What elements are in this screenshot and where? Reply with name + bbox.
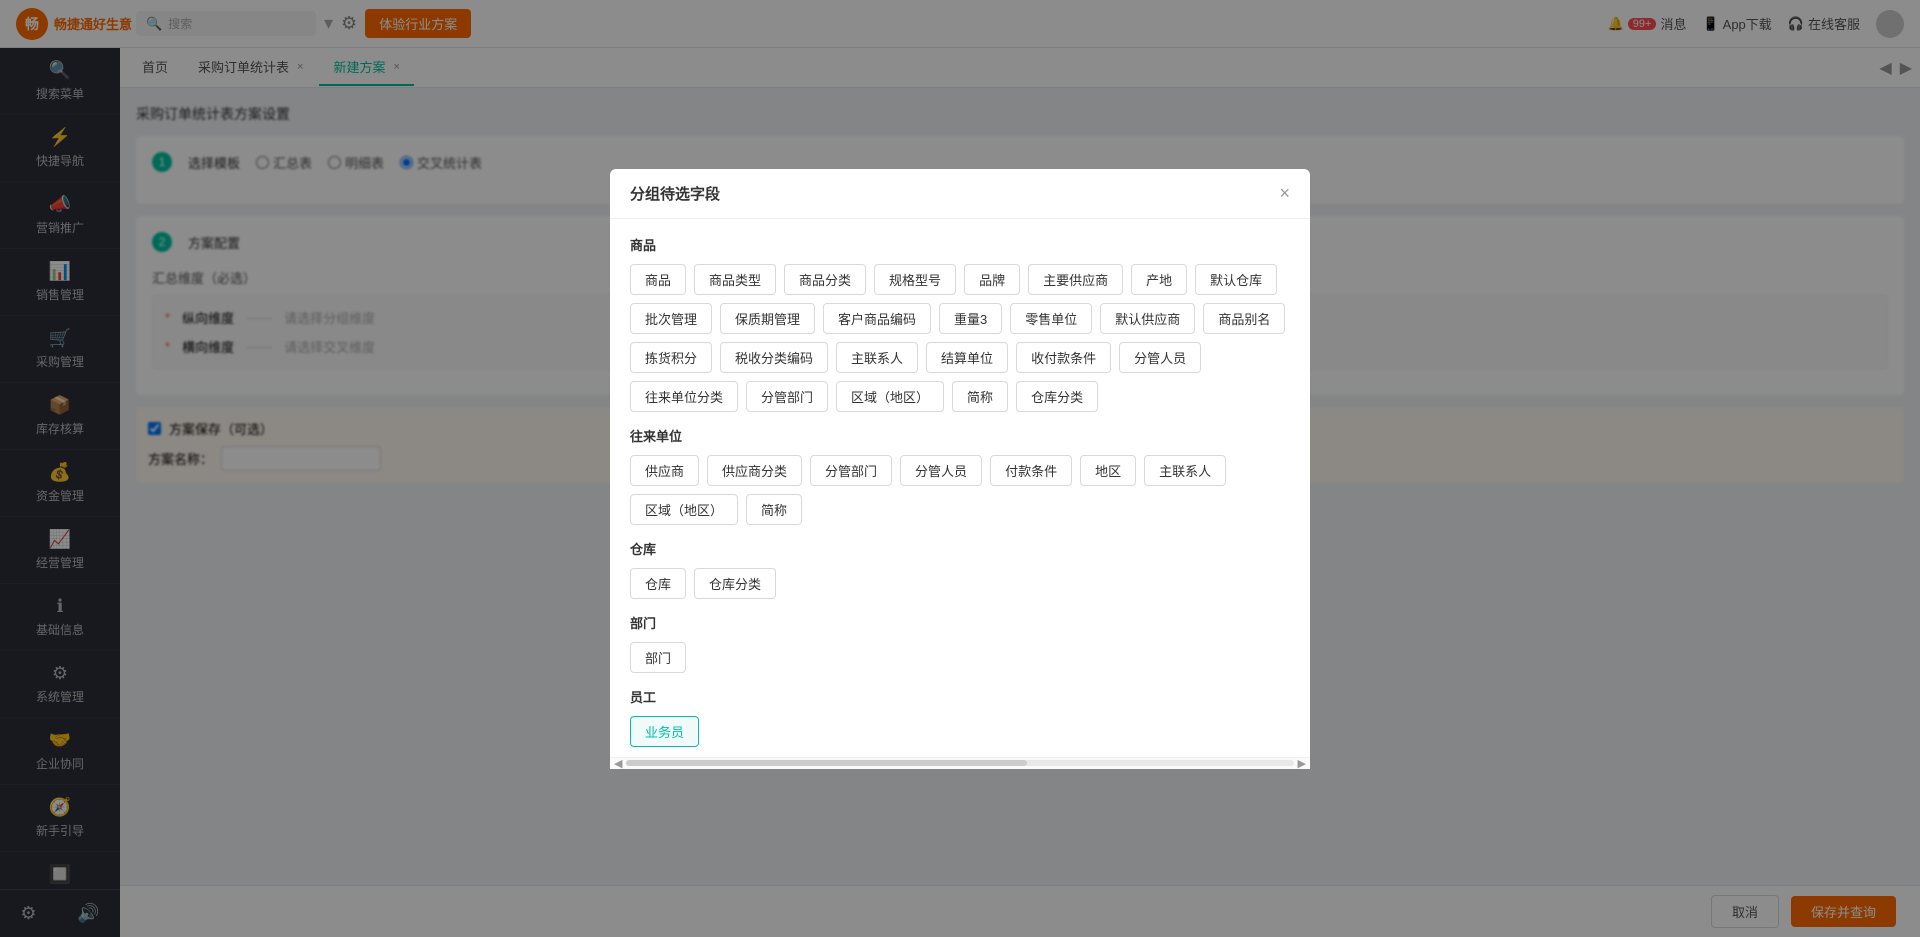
field-chip-area[interactable]: 地区 bbox=[1080, 455, 1136, 486]
section-title-warehouse: 仓库 bbox=[630, 539, 1290, 558]
field-chip-dept[interactable]: 分管部门 bbox=[746, 381, 828, 412]
field-chip-short-name[interactable]: 简称 bbox=[952, 381, 1008, 412]
field-chip-main-contact[interactable]: 主联系人 bbox=[836, 342, 918, 373]
field-chip-settlement-unit[interactable]: 结算单位 bbox=[926, 342, 1008, 373]
field-grid-warehouse: 仓库 仓库分类 bbox=[630, 568, 1290, 599]
field-chip-payment-terms[interactable]: 收付款条件 bbox=[1016, 342, 1111, 373]
field-chip-default-warehouse[interactable]: 默认仓库 bbox=[1195, 264, 1277, 295]
field-chip-partner-category[interactable]: 往来单位分类 bbox=[630, 381, 738, 412]
field-chip-goods-alias[interactable]: 商品别名 bbox=[1203, 303, 1285, 334]
field-chip-department[interactable]: 部门 bbox=[630, 642, 686, 673]
field-chip-warehouse-cat[interactable]: 仓库分类 bbox=[694, 568, 776, 599]
field-chip-main-contact-partner[interactable]: 主联系人 bbox=[1144, 455, 1226, 486]
field-chip-region-partner[interactable]: 区域（地区） bbox=[630, 494, 738, 525]
field-grid-staff: 业务员 bbox=[630, 716, 1290, 747]
field-chip-supervisor-person[interactable]: 分管人员 bbox=[900, 455, 982, 486]
modal-title: 分组待选字段 bbox=[630, 183, 720, 204]
field-chip-main-supplier[interactable]: 主要供应商 bbox=[1028, 264, 1123, 295]
modal-overlay: 分组待选字段 × 商品 商品 商品类型 商品分类 规格型号 品牌 主要供应商 产… bbox=[0, 0, 1920, 937]
field-chip-supplier[interactable]: 供应商 bbox=[630, 455, 699, 486]
field-chip-supervisor-dept[interactable]: 分管部门 bbox=[810, 455, 892, 486]
field-grid-partners: 供应商 供应商分类 分管部门 分管人员 付款条件 地区 主联系人 区域（地区） … bbox=[630, 455, 1290, 525]
modal-body: 商品 商品 商品类型 商品分类 规格型号 品牌 主要供应商 产地 默认仓库 批次… bbox=[610, 219, 1310, 757]
field-chip-spec-model[interactable]: 规格型号 bbox=[874, 264, 956, 295]
field-grid-dept: 部门 bbox=[630, 642, 1290, 673]
field-chip-goods-category[interactable]: 商品分类 bbox=[784, 264, 866, 295]
scroll-right-icon[interactable]: ▶ bbox=[1298, 757, 1306, 770]
field-grid-goods: 商品 商品类型 商品分类 规格型号 品牌 主要供应商 产地 默认仓库 批次管理 … bbox=[630, 264, 1290, 412]
field-chip-brand[interactable]: 品牌 bbox=[964, 264, 1020, 295]
field-chip-goods-type[interactable]: 商品类型 bbox=[694, 264, 776, 295]
field-chip-goods[interactable]: 商品 bbox=[630, 264, 686, 295]
field-chip-warehouse[interactable]: 仓库 bbox=[630, 568, 686, 599]
modal-horizontal-scrollbar[interactable]: ◀ ▶ bbox=[610, 757, 1310, 769]
modal-dialog: 分组待选字段 × 商品 商品 商品类型 商品分类 规格型号 品牌 主要供应商 产… bbox=[610, 169, 1310, 769]
field-chip-short-name-partner[interactable]: 简称 bbox=[746, 494, 802, 525]
field-chip-default-supplier[interactable]: 默认供应商 bbox=[1100, 303, 1195, 334]
field-chip-customer-code[interactable]: 客户商品编码 bbox=[823, 303, 931, 334]
scroll-left-icon[interactable]: ◀ bbox=[614, 757, 622, 770]
section-title-goods: 商品 bbox=[630, 235, 1290, 254]
field-chip-supervisor[interactable]: 分管人员 bbox=[1119, 342, 1201, 373]
field-chip-region[interactable]: 区域（地区） bbox=[836, 381, 944, 412]
field-chip-supplier-category[interactable]: 供应商分类 bbox=[707, 455, 802, 486]
field-chip-weight3[interactable]: 重量3 bbox=[939, 303, 1002, 334]
section-title-dept: 部门 bbox=[630, 613, 1290, 632]
modal-header: 分组待选字段 × bbox=[610, 169, 1310, 219]
field-chip-pick-points[interactable]: 拣货积分 bbox=[630, 342, 712, 373]
field-chip-retail-unit[interactable]: 零售单位 bbox=[1010, 303, 1092, 334]
field-chip-batch-mgmt[interactable]: 批次管理 bbox=[630, 303, 712, 334]
h-scrollbar[interactable] bbox=[626, 760, 1293, 766]
field-chip-warehouse-category[interactable]: 仓库分类 bbox=[1016, 381, 1098, 412]
section-title-partners: 往来单位 bbox=[630, 426, 1290, 445]
field-chip-quality-mgmt[interactable]: 保质期管理 bbox=[720, 303, 815, 334]
field-chip-origin[interactable]: 产地 bbox=[1131, 264, 1187, 295]
field-chip-salesperson[interactable]: 业务员 bbox=[630, 716, 699, 747]
modal-close-button[interactable]: × bbox=[1279, 183, 1290, 204]
field-chip-payment-condition[interactable]: 付款条件 bbox=[990, 455, 1072, 486]
field-chip-tax-code[interactable]: 税收分类编码 bbox=[720, 342, 828, 373]
h-scrollbar-thumb bbox=[626, 760, 1026, 766]
section-title-staff: 员工 bbox=[630, 687, 1290, 706]
